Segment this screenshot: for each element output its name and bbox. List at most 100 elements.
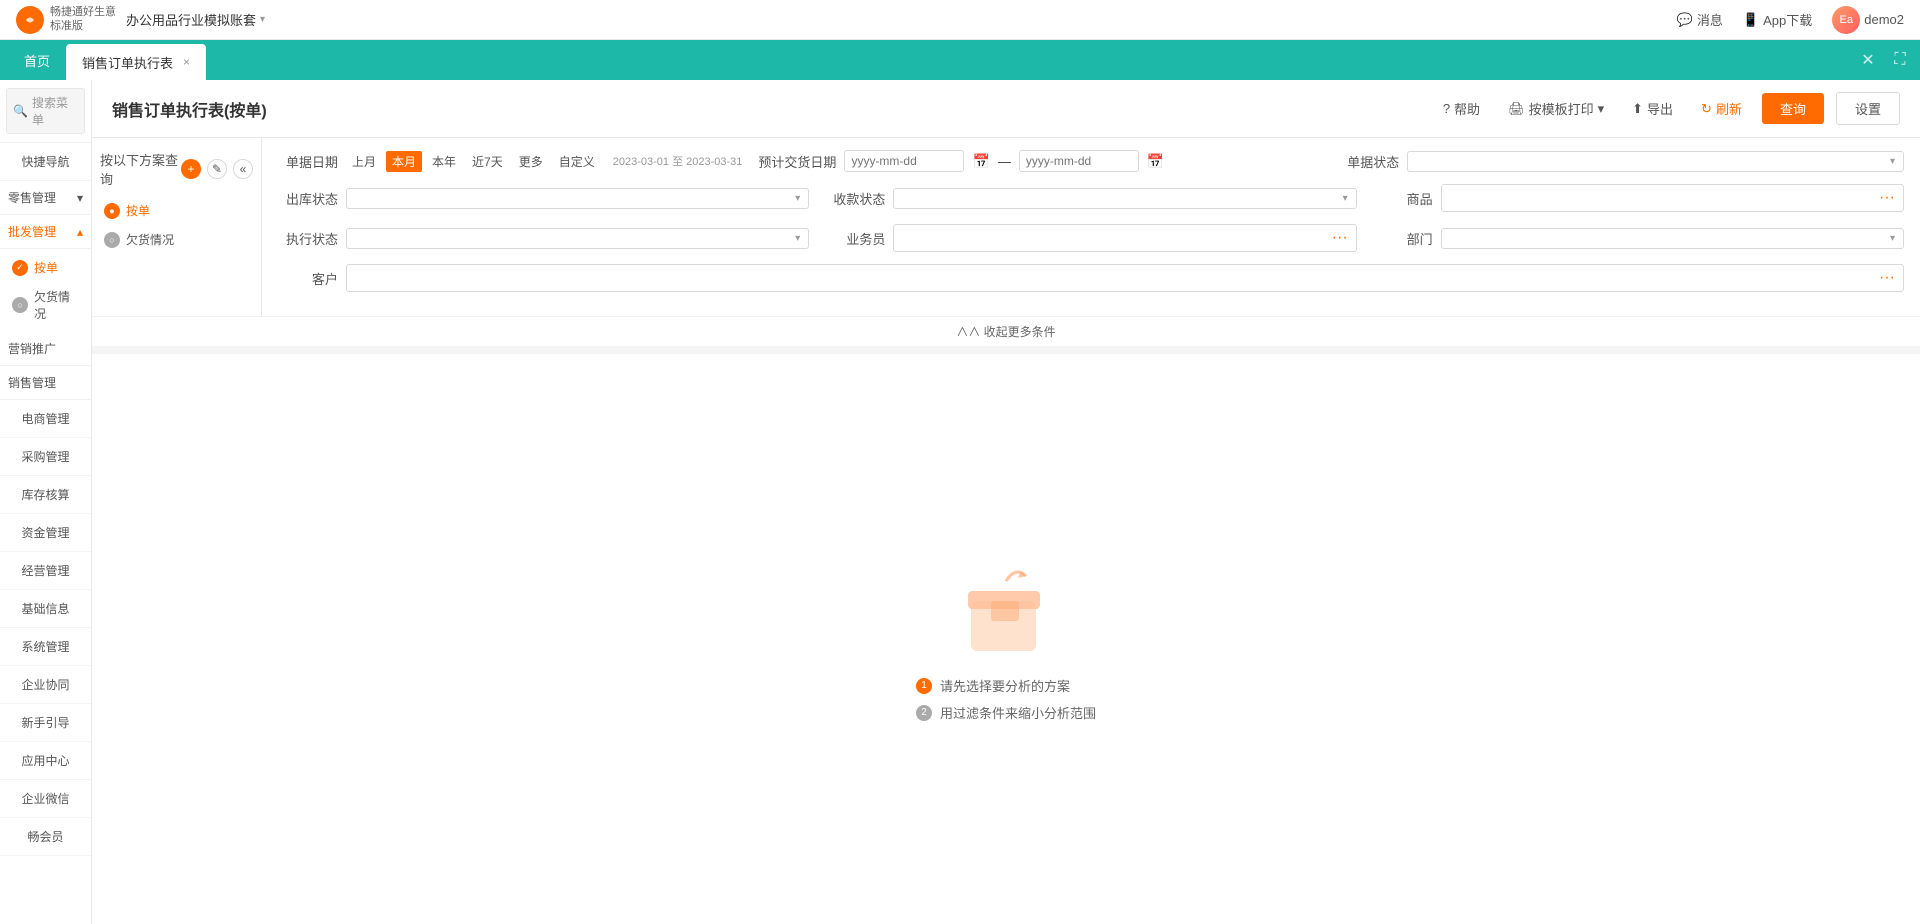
- help-btn[interactable]: ? 帮助: [1435, 95, 1488, 122]
- exec-select[interactable]: ▾: [346, 228, 809, 249]
- wholesale-sub-menu: ✓ 按单 ○ 欠货情况: [0, 249, 91, 332]
- payment-label: 收款状态: [825, 189, 885, 208]
- refresh-icon: ↻: [1701, 101, 1712, 117]
- scheme-option-shortage[interactable]: ○ 欠货情况: [100, 225, 253, 254]
- date-tab-custom[interactable]: 自定义: [553, 151, 601, 172]
- sidebar-item-marketing[interactable]: 营销推广: [0, 332, 91, 366]
- scheme-edit-btn[interactable]: ✎: [207, 159, 227, 179]
- tab-sales-order[interactable]: 销售订单执行表 ×: [66, 44, 206, 80]
- settings-btn[interactable]: 设置: [1836, 92, 1900, 125]
- date-tab-this-month[interactable]: 本月: [386, 151, 422, 172]
- expected-date-end[interactable]: [1019, 150, 1139, 172]
- sidebar-subitem-byorder[interactable]: ✓ 按单: [8, 253, 83, 282]
- print-icon: 🖨: [1508, 101, 1525, 117]
- print-arrow: ▾: [1598, 101, 1605, 117]
- outstock-label: 出库状态: [278, 189, 338, 208]
- filter-row-1: 单据日期 上月 本月 本年 近7天 更多 自定义 2023-03-01 至 20…: [278, 150, 1904, 172]
- sidebar-item-operations[interactable]: 经营管理: [0, 552, 91, 590]
- calendar-icon-start: 📅: [972, 153, 989, 170]
- customer-select[interactable]: ···: [346, 264, 1904, 292]
- empty-text: 1 请先选择要分析的方案 2 用过滤条件来缩小分析范围: [916, 676, 1096, 722]
- salesman-select[interactable]: ···: [893, 224, 1356, 252]
- date-tab-last-month[interactable]: 上月: [346, 151, 382, 172]
- page-title: 销售订单执行表(按单): [112, 97, 267, 121]
- window-maximize-btn[interactable]: ⛶: [1888, 48, 1912, 72]
- sidebar-item-member[interactable]: 畅会员: [0, 818, 91, 856]
- app-download-btn[interactable]: 📱 App下载: [1743, 10, 1812, 29]
- sidebar-item-inventory[interactable]: 库存核算: [0, 476, 91, 514]
- content-area: 销售订单执行表(按单) ? 帮助 🖨 按模板打印 ▾ ⬆ 导出 ↻ 刷新: [92, 80, 1920, 924]
- empty-hint-2: 2 用过滤条件来缩小分析范围: [916, 703, 1096, 722]
- top-header: 畅捷通好生意 标准版 办公用品行业模拟账套 ▾ 💬 消息 📱 App下载 Ea …: [0, 0, 1920, 40]
- outstock-arrow: ▾: [795, 193, 800, 204]
- logo-text: 畅捷通好生意 标准版: [50, 6, 116, 32]
- download-icon: 📱: [1743, 12, 1759, 28]
- sidebar-item-enterprise[interactable]: 企业协同: [0, 666, 91, 704]
- tab-bar-controls: ✕ ⛶: [1856, 48, 1912, 72]
- customer-more-btn[interactable]: ···: [1879, 269, 1895, 287]
- sidebar-search-btn[interactable]: 🔍 搜索菜单: [6, 88, 85, 134]
- avatar: Ea: [1832, 6, 1860, 34]
- dept-group: 部门 ▾: [1373, 228, 1904, 249]
- sidebar-item-quick-nav[interactable]: 快捷导航: [0, 143, 91, 181]
- scheme-collapse-btn[interactable]: «: [233, 159, 253, 179]
- user-profile[interactable]: Ea demo2: [1832, 6, 1904, 34]
- date-tab-more[interactable]: 更多: [513, 151, 549, 172]
- sidebar-item-sales[interactable]: 销售管理: [0, 366, 91, 400]
- exec-group: 执行状态 ▾: [278, 228, 809, 249]
- date-label: 单据日期: [278, 152, 338, 171]
- refresh-btn[interactable]: ↻ 刷新: [1693, 95, 1750, 122]
- scheme-add-btn[interactable]: +: [181, 159, 201, 179]
- filter-scheme-header: 按以下方案查询 + ✎ «: [100, 150, 253, 188]
- main-layout: 🔍 搜索菜单 快捷导航 零售管理 ▾ 批发管理 ▴ ✓ 按单 ○ 欠货情况: [0, 80, 1920, 924]
- doc-status-select[interactable]: ▾: [1407, 151, 1904, 172]
- goods-select[interactable]: ···: [1441, 184, 1904, 212]
- customer-group: 客户 ···: [278, 264, 1904, 292]
- window-close-btn[interactable]: ✕: [1856, 48, 1880, 72]
- empty-state: 1 请先选择要分析的方案 2 用过滤条件来缩小分析范围: [92, 354, 1920, 924]
- date-tab-7days[interactable]: 近7天: [466, 151, 509, 172]
- logo-area: 畅捷通好生意 标准版: [16, 6, 116, 34]
- expected-date-label: 预计交货日期: [758, 152, 836, 171]
- outstock-select[interactable]: ▾: [346, 188, 809, 209]
- hint2-num: 2: [916, 705, 932, 721]
- sidebar-item-guide[interactable]: 新手引导: [0, 704, 91, 742]
- scheme-option-byorder[interactable]: ● 按单: [100, 196, 253, 225]
- outstock-group: 出库状态 ▾: [278, 188, 809, 209]
- breadcrumb[interactable]: 办公用品行业模拟账套 ▾: [126, 10, 265, 29]
- sidebar: 🔍 搜索菜单 快捷导航 零售管理 ▾ 批发管理 ▴ ✓ 按单 ○ 欠货情况: [0, 80, 92, 924]
- inactive-dot: ○: [12, 297, 28, 313]
- query-btn[interactable]: 查询: [1762, 93, 1824, 124]
- date-filter-group: 单据日期 上月 本月 本年 近7天 更多 自定义 2023-03-01 至 20…: [278, 151, 742, 172]
- filter-row-4: 客户 ···: [278, 264, 1904, 292]
- filter-row-2: 出库状态 ▾ 收款状态 ▾: [278, 184, 1904, 212]
- sidebar-item-finance[interactable]: 资金管理: [0, 514, 91, 552]
- date-separator: —: [998, 154, 1011, 169]
- payment-select[interactable]: ▾: [893, 188, 1356, 209]
- scheme-inactive-icon: ○: [104, 232, 120, 248]
- sidebar-item-basic-info[interactable]: 基础信息: [0, 590, 91, 628]
- empty-hint-1: 1 请先选择要分析的方案: [916, 676, 1070, 695]
- sidebar-subitem-shortage[interactable]: ○ 欠货情况: [8, 282, 83, 328]
- message-btn[interactable]: 💬 消息: [1677, 10, 1723, 29]
- export-btn[interactable]: ⬆ 导出: [1624, 95, 1681, 122]
- sidebar-item-purchase[interactable]: 采购管理: [0, 438, 91, 476]
- sidebar-item-wholesale[interactable]: 批发管理 ▴: [0, 215, 91, 249]
- sidebar-item-retail[interactable]: 零售管理 ▾: [0, 181, 91, 215]
- filter-collapse-btn[interactable]: ∧∧ 收起更多条件: [92, 316, 1920, 346]
- exec-label: 执行状态: [278, 229, 338, 248]
- sidebar-item-app-center[interactable]: 应用中心: [0, 742, 91, 780]
- tab-close-btn[interactable]: ×: [183, 55, 190, 69]
- filter-scheme-sidebar: 按以下方案查询 + ✎ « ● 按单 ○ 欠货情况: [92, 138, 262, 316]
- dept-select[interactable]: ▾: [1441, 228, 1904, 249]
- expected-date-start[interactable]: [844, 150, 964, 172]
- goods-more-btn[interactable]: ···: [1879, 189, 1895, 207]
- sidebar-item-ecommerce[interactable]: 电商管理: [0, 400, 91, 438]
- date-tab-this-year[interactable]: 本年: [426, 151, 462, 172]
- tab-home[interactable]: 首页: [8, 40, 66, 80]
- salesman-more-btn[interactable]: ···: [1332, 229, 1348, 247]
- print-btn[interactable]: 🖨 按模板打印 ▾: [1500, 95, 1612, 122]
- sidebar-item-wechat[interactable]: 企业微信: [0, 780, 91, 818]
- sidebar-search-area: 🔍 搜索菜单: [0, 80, 91, 143]
- sidebar-item-system[interactable]: 系统管理: [0, 628, 91, 666]
